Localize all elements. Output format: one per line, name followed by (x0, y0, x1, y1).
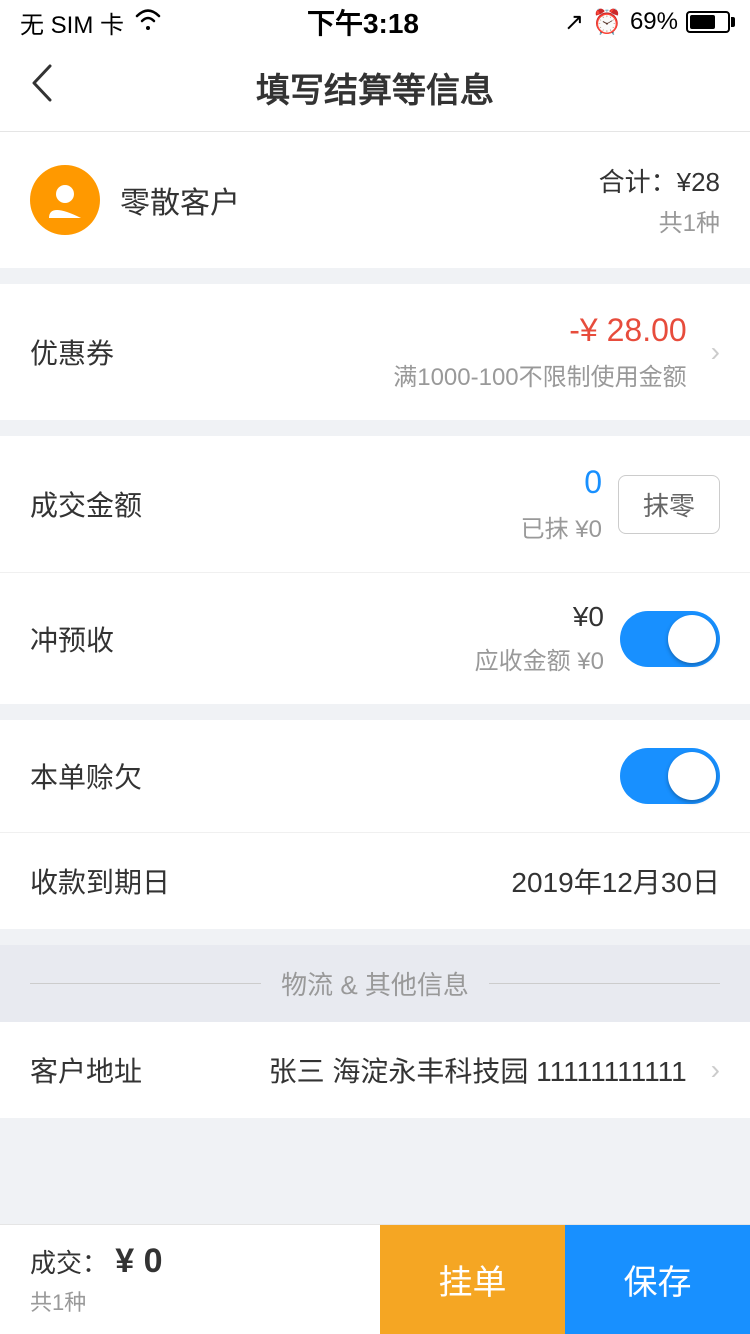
address-value: 张三 海淀永丰科技园 11111111111 (269, 1050, 687, 1090)
bottom-info: 成交： ¥ 0 共1种 (0, 1242, 380, 1317)
hang-button[interactable]: 挂单 (380, 1225, 565, 1334)
bottom-bar: 成交： ¥ 0 共1种 挂单 保存 (0, 1224, 750, 1334)
avatar (30, 165, 100, 235)
address-section: 客户地址 张三 海淀永丰科技园 11111111111 › (0, 1022, 750, 1118)
customer-left: 零散客户 (30, 165, 240, 235)
logistics-line-left (30, 983, 261, 984)
deal-row: 成交金额 0 已抹 ¥0 抹零 (0, 436, 750, 573)
address-row[interactable]: 客户地址 张三 海淀永丰科技园 11111111111 › (0, 1022, 750, 1118)
logistics-label: 物流 & 其他信息 (281, 965, 469, 1002)
deal-prepay-section: 成交金额 0 已抹 ¥0 抹零 冲预收 ¥0 应收金额 ¥0 (0, 436, 750, 704)
credit-label: 本单赊欠 (30, 756, 142, 796)
logistics-line-right (489, 983, 720, 984)
nav-bar: 填写结算等信息 (0, 44, 750, 132)
due-date-value: 2019年12月30日 (511, 861, 720, 901)
prepay-toggle[interactable] (620, 611, 720, 667)
credit-toggle-knob (668, 752, 716, 800)
location-icon: ↗ (564, 8, 584, 37)
credit-section: 本单赊欠 收款到期日 2019年12月30日 (0, 720, 750, 929)
back-button[interactable] (30, 64, 52, 111)
deal-sub: 已抹 ¥0 (521, 509, 602, 544)
status-bar: 无 SIM 卡 下午3:18 ↗ ⏰ 69% (0, 0, 750, 44)
bottom-deal-row: 成交： ¥ 0 (30, 1242, 380, 1281)
total-count: 共1种 (599, 203, 720, 238)
coupon-desc: 满1000-100不限制使用金额 (393, 357, 686, 392)
credit-row: 本单赊欠 (0, 720, 750, 833)
battery-icon (686, 11, 730, 33)
customer-name: 零散客户 (120, 178, 240, 222)
round-zero-button[interactable]: 抹零 (618, 475, 720, 534)
address-right: 张三 海淀永丰科技园 11111111111 › (269, 1050, 720, 1090)
address-chevron-icon: › (711, 1054, 720, 1086)
content: 零散客户 合计：¥28 共1种 优惠券 -¥ 28.00 满1000-100不限… (0, 132, 750, 1254)
wifi-icon (134, 8, 162, 37)
total-label: 合计：¥28 (599, 162, 720, 199)
customer-section: 零散客户 合计：¥28 共1种 (0, 132, 750, 268)
coupon-value-col: -¥ 28.00 满1000-100不限制使用金额 (393, 312, 686, 392)
bottom-count: 共1种 (30, 1285, 380, 1317)
coupon-label: 优惠券 (30, 332, 114, 372)
bottom-deal-amount: ¥ 0 (115, 1242, 162, 1280)
prepay-toggle-knob (668, 615, 716, 663)
deal-label: 成交金额 (30, 484, 142, 524)
sim-signal: 无 SIM 卡 (20, 5, 124, 40)
due-date-row: 收款到期日 2019年12月30日 (0, 833, 750, 929)
bottom-deal-label: 成交： (30, 1248, 108, 1278)
status-left: 无 SIM 卡 (20, 5, 162, 40)
battery-percent: 69% (630, 8, 678, 36)
credit-toggle[interactable] (620, 748, 720, 804)
status-time: 下午3:18 (307, 2, 419, 42)
due-date-label: 收款到期日 (30, 861, 170, 901)
coupon-chevron-icon: › (711, 336, 720, 368)
coupon-discount: -¥ 28.00 (569, 312, 686, 349)
address-label: 客户地址 (30, 1050, 142, 1090)
logistics-header: 物流 & 其他信息 (0, 945, 750, 1022)
save-button[interactable]: 保存 (565, 1225, 750, 1334)
coupon-right: -¥ 28.00 满1000-100不限制使用金额 › (393, 312, 720, 392)
deal-value: 0 (584, 464, 602, 501)
prepay-sub: 应收金额 ¥0 (475, 641, 604, 676)
page-title: 填写结算等信息 (256, 63, 494, 112)
prepay-row: 冲预收 ¥0 应收金额 ¥0 (0, 573, 750, 704)
prepay-amount: ¥0 (573, 601, 604, 633)
customer-row: 零散客户 合计：¥28 共1种 (0, 132, 750, 268)
deal-right: 0 已抹 ¥0 抹零 (521, 464, 720, 544)
status-right: ↗ ⏰ 69% (564, 8, 730, 37)
deal-value-col: 0 已抹 ¥0 (521, 464, 602, 544)
coupon-section: 优惠券 -¥ 28.00 满1000-100不限制使用金额 › (0, 284, 750, 420)
prepay-label: 冲预收 (30, 619, 114, 659)
customer-total: 合计：¥28 共1种 (599, 162, 720, 238)
prepay-value-col: ¥0 应收金额 ¥0 (475, 601, 604, 676)
alarm-icon: ⏰ (592, 8, 622, 37)
credit-right (620, 748, 720, 804)
coupon-row[interactable]: 优惠券 -¥ 28.00 满1000-100不限制使用金额 › (0, 284, 750, 420)
prepay-right: ¥0 应收金额 ¥0 (475, 601, 720, 676)
